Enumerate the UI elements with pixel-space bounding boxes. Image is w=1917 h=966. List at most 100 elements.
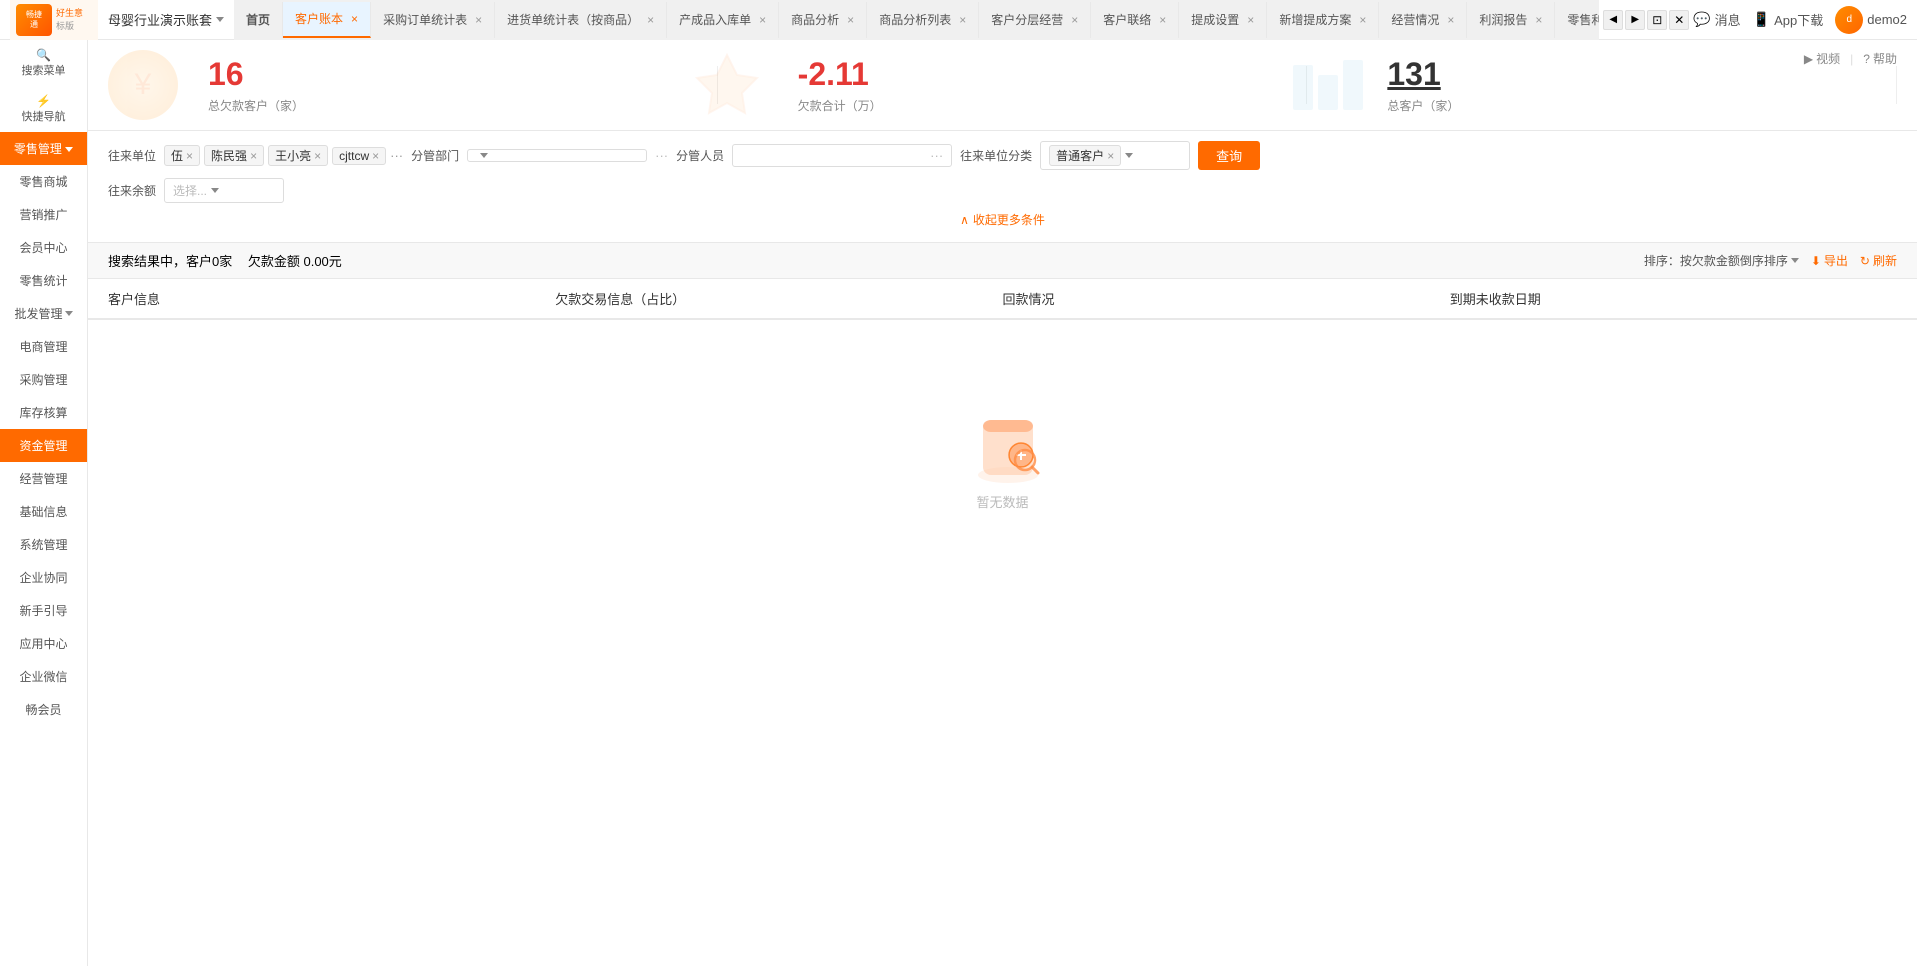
sidebar-retail-stats-label: 零售统计 [19,274,67,288]
refresh-btn[interactable]: ↻ 刷新 [1860,252,1897,269]
tab-commission-settings[interactable]: 提成设置 × [1179,2,1267,38]
top-bar: 畅捷通 好生意 标版 母婴行业演示账套 首页 客户账本 × 采购订单统计表 × [0,0,1917,40]
tab-close-business[interactable]: × [1447,2,1454,38]
window-restore-btn[interactable]: ⊡ [1647,10,1667,30]
tab-close-product-analysis[interactable]: × [847,2,854,38]
app-download-btn[interactable]: 📱 App下载 [1753,10,1824,29]
sidebar-item-inventory[interactable]: 库存核算 [0,396,87,429]
content-area: ¥ 16 总欠款客户（家） -2.11 欠款合计（万） [88,40,1917,966]
tab-close-goods-stats[interactable]: × [647,2,654,38]
sidebar-item-member[interactable]: 会员中心 [0,231,87,264]
sidebar-item-member-pro[interactable]: 畅会员 [0,693,87,726]
logo-icon: 畅捷通 [16,4,52,36]
tab-product-analysis[interactable]: 商品分析 × [779,2,867,38]
sidebar-item-retail-mall[interactable]: 零售商城 [0,165,87,198]
sidebar-search[interactable]: 🔍 搜索菜单 [0,40,87,86]
tab-production[interactable]: 产成品入库单 × [667,2,779,38]
logo-edition: 标版 [56,20,83,33]
sidebar-wholesale-label: 批发管理 [14,305,62,322]
tab-close-customer-account[interactable]: × [351,1,358,37]
window-close-btn[interactable]: ✕ [1669,10,1689,30]
tab-profit-report[interactable]: 利润报告 × [1467,2,1555,38]
video-help-section: ▶ 视频 | ? 帮助 [1804,50,1897,67]
sidebar-purchase-label: 采购管理 [19,373,67,387]
filter-dept-more[interactable]: ··· [655,148,668,163]
filter-dept-dropdown[interactable] [467,149,647,162]
sidebar-item-retail[interactable]: 零售管理 [0,132,87,165]
tab-prev-btn[interactable]: ◀ [1603,10,1623,30]
filter-person-input[interactable]: ··· [732,144,952,167]
tab-customer-tier[interactable]: 客户分层经营 × [979,2,1091,38]
th-payment-status: 回款情况 [1003,289,1450,308]
filter-tags-unit: 伍 × 陈民强 × 王小亮 × cjttcw × [164,145,403,166]
tab-close-product-analysis-list[interactable]: × [959,2,966,38]
sidebar-item-corp-collab[interactable]: 企业协同 [0,561,87,594]
sidebar-item-finance[interactable]: 资金管理 [0,429,87,462]
filter-tag-0: 伍 × [164,145,200,166]
sort-label: 排序：按欠款金额倒序排序 [1644,252,1788,269]
tab-customer-account[interactable]: 客户账本 × [283,2,371,38]
sidebar-guide-label: 新手引导 [19,604,67,618]
sidebar-quick-nav[interactable]: ⚡ 快捷导航 [0,86,87,132]
sidebar-item-retail-stats[interactable]: 零售统计 [0,264,87,297]
filter-tag-close-2[interactable]: × [314,149,321,163]
tab-close-profit[interactable]: × [1535,2,1542,38]
sidebar-item-wholesale[interactable]: 批发管理 [0,297,87,330]
user-menu[interactable]: d demo2 [1835,6,1907,34]
filter-category-close[interactable]: × [1107,149,1114,163]
tab-close-production[interactable]: × [759,2,766,38]
sidebar-item-app-center[interactable]: 应用中心 [0,627,87,660]
sidebar-item-marketing[interactable]: 营销推广 [0,198,87,231]
tab-new-commission[interactable]: 新增提成方案 × [1267,2,1379,38]
video-btn[interactable]: ▶ 视频 [1804,50,1840,67]
account-selector[interactable]: 母婴行业演示账套 [98,10,234,29]
collapse-filter-btn[interactable]: ∧ 收起更多条件 [960,211,1045,228]
filter-category-chevron-icon [1125,153,1133,158]
filter-tag-3: cjttcw × [332,147,386,165]
sidebar-item-business-mgmt[interactable]: 经营管理 [0,462,87,495]
filter-dept-label: 分管部门 [411,147,459,164]
filter-tag-close-1[interactable]: × [250,149,257,163]
tab-product-analysis-list[interactable]: 商品分析列表 × [867,2,979,38]
lightning-icon: ⚡ [36,94,51,108]
tab-customer-contact[interactable]: 客户联络 × [1091,2,1179,38]
tab-retail-profit[interactable]: 零售利润 × [1555,2,1599,38]
stat-block-amount: -2.11 欠款合计（万） [718,56,1308,114]
sort-dropdown[interactable]: 排序：按欠款金额倒序排序 [1644,252,1799,269]
table-header: 客户信息 欠款交易信息（占比） 回款情况 到期未收款日期 [88,279,1917,320]
filter-section: 往来单位 伍 × 陈民强 × 王小亮 × [88,131,1917,243]
export-btn[interactable]: ⬇ 导出 [1811,252,1848,269]
tab-close-customer-contact[interactable]: × [1159,2,1166,38]
tab-next-btn[interactable]: ▶ [1625,10,1645,30]
tab-home[interactable]: 首页 [234,2,283,38]
filter-more-tags[interactable]: ··· [390,148,403,163]
tab-close-purchase-order[interactable]: × [475,2,482,38]
message-btn[interactable]: 💬 消息 [1693,10,1740,29]
sidebar-item-guide[interactable]: 新手引导 [0,594,87,627]
tab-close-customer-tier[interactable]: × [1071,2,1078,38]
filter-balance-label: 往来余额 [108,182,156,199]
filter-tag-close-3[interactable]: × [372,149,379,163]
filter-tag-2: 王小亮 × [268,145,328,166]
sidebar-item-basic-info[interactable]: 基础信息 [0,495,87,528]
collapse-icon: ∧ [960,213,969,227]
tab-purchase-order[interactable]: 采购订单统计表 × [371,2,495,38]
sidebar-item-purchase[interactable]: 采购管理 [0,363,87,396]
help-btn[interactable]: ? 帮助 [1863,50,1897,67]
sidebar-item-ecommerce[interactable]: 电商管理 [0,330,87,363]
sidebar-item-system[interactable]: 系统管理 [0,528,87,561]
filter-unit-label: 往来单位 [108,147,156,164]
tab-close-new-commission[interactable]: × [1359,2,1366,38]
sidebar-basic-info-label: 基础信息 [19,505,67,519]
sidebar-member-pro-label: 畅会员 [25,703,61,717]
filter-dept-chevron-icon [480,153,488,158]
logo-brand: 好生意 [56,7,83,20]
filter-tag-close-0[interactable]: × [186,149,193,163]
tab-business-status[interactable]: 经营情况 × [1379,2,1467,38]
tab-goods-stats[interactable]: 进货单统计表（按商品） × [495,2,667,38]
filter-category-dropdown[interactable]: 普通客户 × [1040,141,1190,170]
filter-balance-dropdown[interactable]: 选择... [164,178,284,203]
tab-close-commission[interactable]: × [1247,2,1254,38]
query-button[interactable]: 查询 [1198,141,1260,170]
sidebar-item-corp-wechat[interactable]: 企业微信 [0,660,87,693]
